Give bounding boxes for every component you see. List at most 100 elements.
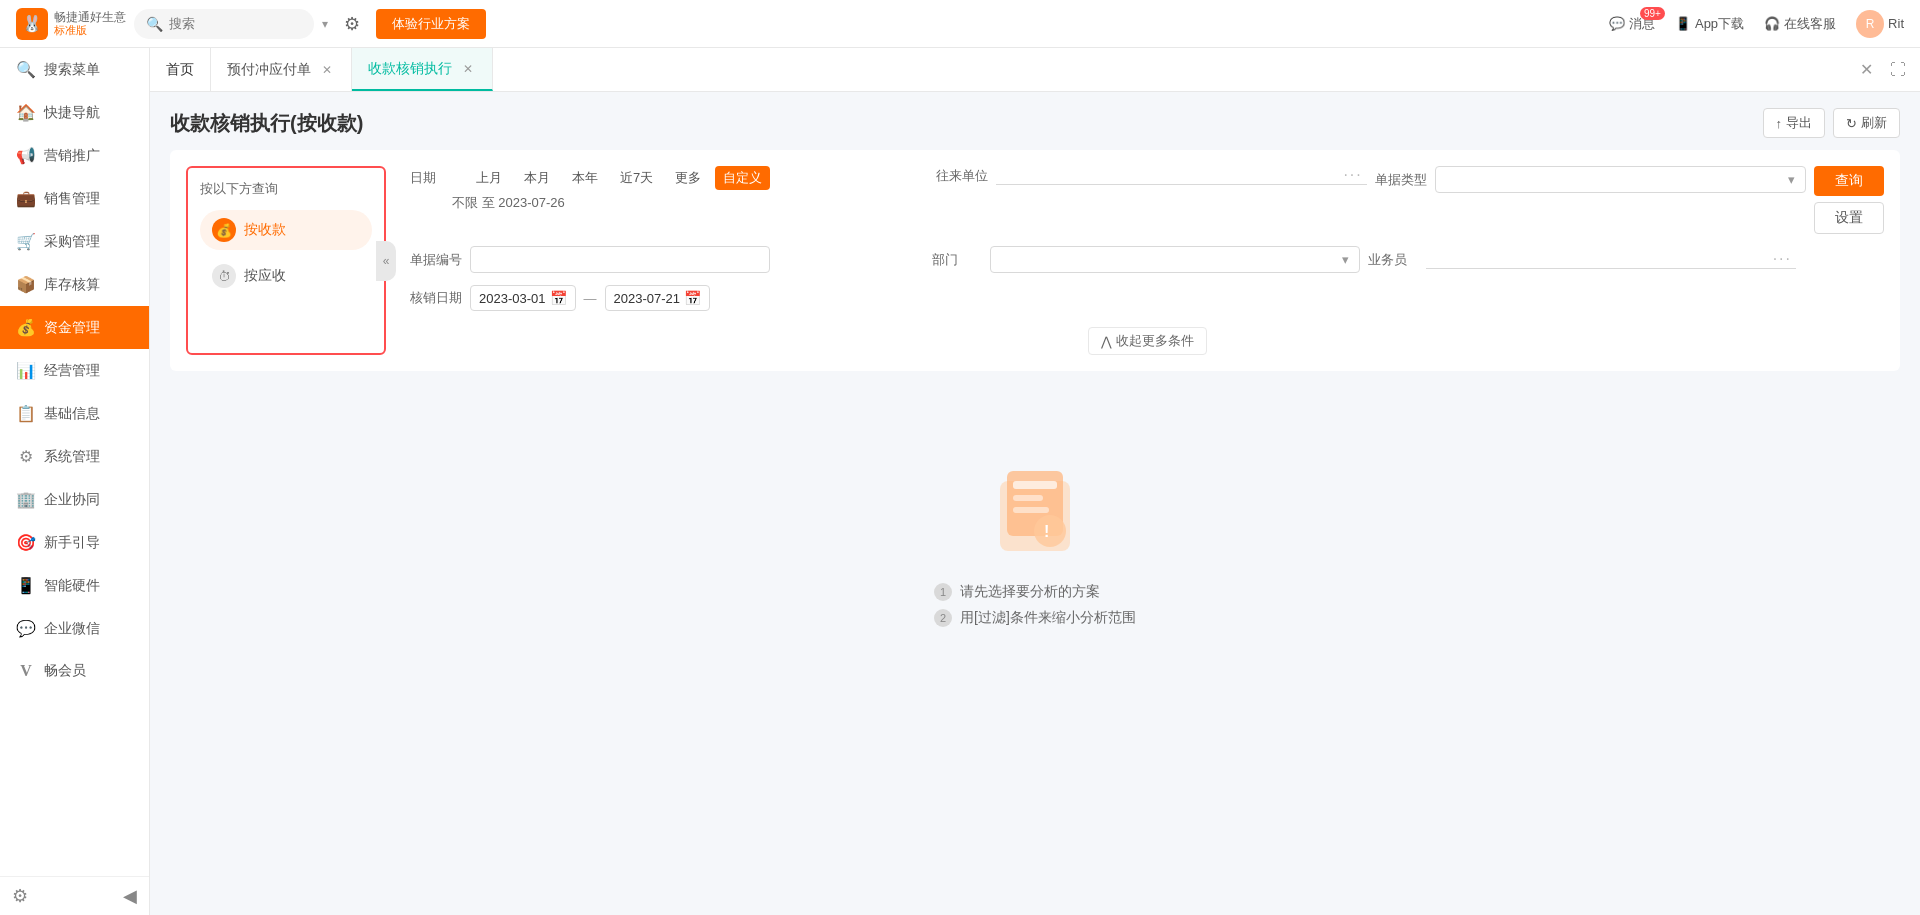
- chevron-down-icon[interactable]: ▾: [322, 17, 328, 31]
- wechat-icon: 💬: [16, 619, 36, 638]
- calendar-end-icon: 📅: [684, 290, 701, 306]
- tab-prepay-close[interactable]: ✕: [319, 62, 335, 78]
- filter-right-area: 日期 上月 本月 本年 近7天 更多 自定义 不限 至 2: [386, 166, 1884, 355]
- tab-receipt-close[interactable]: ✕: [460, 61, 476, 77]
- search-input[interactable]: [169, 16, 302, 31]
- sidebar-item-operations[interactable]: 📊 经营管理: [0, 349, 149, 392]
- svg-rect-2: [1013, 481, 1057, 489]
- doctype-label: 单据类型: [1375, 171, 1427, 189]
- tab-home[interactable]: 首页: [150, 48, 211, 91]
- more-conditions-btn[interactable]: ⋀ 收起更多条件: [1088, 327, 1207, 355]
- verify-date-range: 2023-03-01 📅 — 2023-07-21 📅: [470, 285, 710, 311]
- main-layout: 🔍 搜索菜单 🏠 快捷导航 📢 营销推广 💼 销售管理 🛒 采购管理 📦 库存核…: [0, 48, 1920, 915]
- docno-input[interactable]: [470, 246, 770, 273]
- hardware-icon: 📱: [16, 576, 36, 595]
- collapse-icon: ⋀: [1101, 334, 1112, 349]
- staff-input[interactable]: ···: [1426, 250, 1796, 269]
- sidebar-item-basics[interactable]: 📋 基础信息: [0, 392, 149, 435]
- filter-option-receipt-label: 按收款: [244, 221, 286, 239]
- user-name: Rit: [1888, 16, 1904, 31]
- search-icon: 🔍: [16, 60, 36, 79]
- settings-button[interactable]: 设置: [1814, 202, 1884, 234]
- search-bar[interactable]: 🔍: [134, 9, 314, 39]
- sidebar: 🔍 搜索菜单 🏠 快捷导航 📢 营销推广 💼 销售管理 🛒 采购管理 📦 库存核…: [0, 48, 150, 915]
- dept-select[interactable]: ▾: [990, 246, 1360, 273]
- gear-icon[interactable]: ⚙: [336, 8, 368, 40]
- tab-receipt[interactable]: 收款核销执行 ✕: [352, 48, 493, 91]
- sidebar-item-label: 库存核算: [44, 276, 100, 294]
- message-btn[interactable]: 💬 消息 99+: [1609, 15, 1655, 33]
- sidebar-item-label: 企业微信: [44, 620, 100, 638]
- filter-row-2: 单据编号 部门 ▾ 业务员: [410, 246, 1884, 273]
- date-btn-thismonth[interactable]: 本月: [516, 166, 558, 190]
- verify-date-start-input[interactable]: 2023-03-01 📅: [470, 285, 576, 311]
- date-btn-custom[interactable]: 自定义: [715, 166, 770, 190]
- online-service-label: 在线客服: [1784, 15, 1836, 33]
- date-btn-more[interactable]: 更多: [667, 166, 709, 190]
- receipt-option-icon: 💰: [212, 218, 236, 242]
- filter-area: 按以下方查询 💰 按收款 ⏱ 按应收 «: [170, 150, 1900, 371]
- top-bar: 🐰 畅捷通好生意 标准版 🔍 ▾ ⚙ 体验行业方案 💬 消息 99+ 📱 App…: [0, 0, 1920, 48]
- close-all-tabs-btn[interactable]: ✕: [1852, 56, 1880, 84]
- export-icon: ↑: [1776, 116, 1783, 131]
- settings-bottom-icon[interactable]: ⚙: [12, 885, 28, 907]
- counterparty-input[interactable]: ···: [996, 166, 1367, 185]
- sidebar-item-sales[interactable]: 💼 销售管理: [0, 177, 149, 220]
- sidebar-item-label: 快捷导航: [44, 104, 100, 122]
- sidebar-item-wechat[interactable]: 💬 企业微信: [0, 607, 149, 650]
- avatar-circle: R: [1856, 10, 1884, 38]
- counterparty-label: 往来单位: [936, 167, 988, 185]
- dept-label: 部门: [932, 251, 982, 269]
- svg-point-5: [1034, 515, 1066, 547]
- sidebar-item-guide[interactable]: 🎯 新手引导: [0, 521, 149, 564]
- user-avatar[interactable]: R Rit: [1856, 10, 1904, 38]
- sidebar-item-enterprise[interactable]: 🏢 企业协同: [0, 478, 149, 521]
- date-btn-lastmonth[interactable]: 上月: [468, 166, 510, 190]
- sidebar-item-finance[interactable]: 💰 资金管理: [0, 306, 149, 349]
- collapse-sidebar-icon[interactable]: ◀: [123, 885, 137, 907]
- sidebar-item-system[interactable]: ⚙ 系统管理: [0, 435, 149, 478]
- doctype-select[interactable]: ▾: [1435, 166, 1806, 193]
- expand-tab-btn[interactable]: ⛶: [1884, 56, 1912, 84]
- page-content: 收款核销执行(按收款) ↑ 导出 ↻ 刷新 按以下方查询: [150, 92, 1920, 915]
- sidebar-item-label: 系统管理: [44, 448, 100, 466]
- tip-text-1: 请先选择要分析的方案: [960, 583, 1100, 601]
- collapse-filter-btn[interactable]: «: [376, 241, 396, 281]
- filter-actions: 查询 设置: [1814, 166, 1884, 234]
- tab-bar: 首页 预付冲应付单 ✕ 收款核销执行 ✕ ✕ ⛶: [150, 48, 1920, 92]
- filter-panel-title: 按以下方查询: [200, 180, 372, 198]
- tab-prepay[interactable]: 预付冲应付单 ✕: [211, 48, 352, 91]
- basics-icon: 📋: [16, 404, 36, 423]
- online-service-btn[interactable]: 🎧 在线客服: [1764, 15, 1836, 33]
- sidebar-item-search[interactable]: 🔍 搜索菜单: [0, 48, 149, 91]
- logo-text: 畅捷通好生意 标准版: [54, 10, 126, 38]
- filter-option-receivable-label: 按应收: [244, 267, 286, 285]
- query-button[interactable]: 查询: [1814, 166, 1884, 196]
- date-btn-thisyear[interactable]: 本年: [564, 166, 606, 190]
- svg-rect-4: [1013, 507, 1049, 513]
- app-download-btn[interactable]: 📱 App下载: [1675, 15, 1744, 33]
- empty-tip-1: 1 请先选择要分析的方案: [934, 583, 1136, 601]
- receivable-option-icon: ⏱: [212, 264, 236, 288]
- sidebar-item-purchase[interactable]: 🛒 采购管理: [0, 220, 149, 263]
- date-group: 上月 本月 本年 近7天 更多 自定义: [468, 166, 770, 190]
- filter-option-by-receivable[interactable]: ⏱ 按应收: [200, 256, 372, 296]
- sidebar-item-hardware[interactable]: 📱 智能硬件: [0, 564, 149, 607]
- sidebar-item-quicknav[interactable]: 🏠 快捷导航: [0, 91, 149, 134]
- logo-icon: 🐰: [16, 8, 48, 40]
- sidebar-item-inventory[interactable]: 📦 库存核算: [0, 263, 149, 306]
- industry-btn[interactable]: 体验行业方案: [376, 9, 486, 39]
- refresh-button[interactable]: ↻ 刷新: [1833, 108, 1900, 138]
- date-btn-7days[interactable]: 近7天: [612, 166, 661, 190]
- sidebar-item-member[interactable]: V 畅会员: [0, 650, 149, 692]
- sidebar-item-label: 基础信息: [44, 405, 100, 423]
- svg-text:!: !: [1044, 523, 1049, 540]
- app-download-icon: 📱: [1675, 16, 1691, 31]
- calendar-start-icon: 📅: [550, 290, 567, 306]
- message-badge: 99+: [1640, 7, 1665, 20]
- filter-option-by-receipt[interactable]: 💰 按收款: [200, 210, 372, 250]
- verify-date-end-input[interactable]: 2023-07-21 📅: [605, 285, 711, 311]
- sidebar-item-marketing[interactable]: 📢 营销推广: [0, 134, 149, 177]
- empty-state: ! 1 请先选择要分析的方案 2 用[过滤]条件来缩小分析范围: [170, 371, 1900, 707]
- export-button[interactable]: ↑ 导出: [1763, 108, 1826, 138]
